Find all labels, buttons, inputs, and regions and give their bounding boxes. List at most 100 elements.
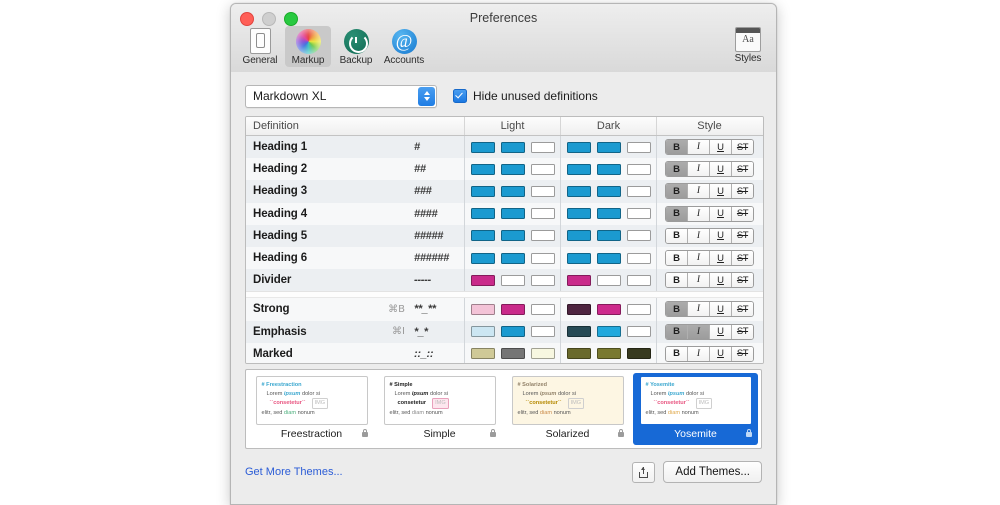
dark-swatch[interactable]: [597, 186, 621, 197]
light-swatch[interactable]: [501, 348, 525, 359]
dark-swatch[interactable]: [567, 164, 591, 175]
light-swatch[interactable]: [501, 142, 525, 153]
light-swatch[interactable]: [471, 208, 495, 219]
toolbar-item-accounts[interactable]: @ Accounts: [381, 26, 427, 67]
style-segmented-control[interactable]: BIUST: [665, 228, 754, 244]
style-toggle-b[interactable]: B: [666, 302, 688, 316]
dark-swatch[interactable]: [567, 230, 591, 241]
toolbar-item-backup[interactable]: Backup: [333, 26, 379, 67]
style-toggle-i[interactable]: I: [688, 251, 710, 265]
toolbar-item-styles[interactable]: Aa Styles: [726, 26, 770, 64]
light-swatch[interactable]: [501, 275, 525, 286]
column-header-definition[interactable]: Definition: [246, 117, 465, 135]
dark-swatch[interactable]: [567, 142, 591, 153]
style-toggle-u[interactable]: U: [710, 347, 732, 361]
style-toggle-s[interactable]: ST: [732, 207, 753, 221]
style-toggle-b[interactable]: B: [666, 229, 688, 243]
dark-swatch[interactable]: [597, 253, 621, 264]
dark-swatch[interactable]: [597, 348, 621, 359]
style-segmented-control[interactable]: BIUST: [665, 346, 754, 362]
dark-swatch[interactable]: [567, 208, 591, 219]
style-toggle-u[interactable]: U: [710, 229, 732, 243]
table-row[interactable]: Marked::_::BIUST: [246, 343, 763, 364]
light-swatch[interactable]: [501, 253, 525, 264]
style-segmented-control[interactable]: BIUST: [665, 250, 754, 266]
style-segmented-control[interactable]: BIUST: [665, 139, 754, 155]
light-swatch[interactable]: [531, 275, 555, 286]
theme-card[interactable]: # SolarizedLorem ipsum dolor si``consete…: [505, 373, 630, 445]
light-swatch[interactable]: [501, 186, 525, 197]
style-toggle-s[interactable]: ST: [732, 162, 753, 176]
style-toggle-i[interactable]: I: [688, 184, 710, 198]
light-swatch[interactable]: [471, 142, 495, 153]
light-swatch[interactable]: [531, 304, 555, 315]
dark-swatch[interactable]: [567, 253, 591, 264]
style-toggle-b[interactable]: B: [666, 207, 688, 221]
style-toggle-u[interactable]: U: [710, 302, 732, 316]
table-row[interactable]: Heading 1#BIUST: [246, 136, 763, 158]
light-swatch[interactable]: [471, 230, 495, 241]
light-swatch[interactable]: [531, 164, 555, 175]
hide-unused-checkbox[interactable]: [453, 89, 467, 103]
dark-swatch[interactable]: [627, 275, 651, 286]
table-row[interactable]: Divider-----BIUST: [246, 269, 763, 291]
dark-swatch[interactable]: [567, 275, 591, 286]
style-toggle-u[interactable]: U: [710, 184, 732, 198]
hide-unused-checkbox-row[interactable]: Hide unused definitions: [453, 89, 598, 103]
dark-swatch[interactable]: [567, 348, 591, 359]
style-toggle-b[interactable]: B: [666, 140, 688, 154]
light-swatch[interactable]: [471, 348, 495, 359]
dark-swatch[interactable]: [627, 304, 651, 315]
style-toggle-s[interactable]: ST: [732, 229, 753, 243]
dark-swatch[interactable]: [567, 304, 591, 315]
dark-swatch[interactable]: [597, 230, 621, 241]
light-swatch[interactable]: [531, 208, 555, 219]
style-segmented-control[interactable]: BIUST: [665, 272, 754, 288]
style-toggle-s[interactable]: ST: [732, 347, 753, 361]
dark-swatch[interactable]: [597, 304, 621, 315]
dark-swatch[interactable]: [597, 208, 621, 219]
style-toggle-s[interactable]: ST: [732, 302, 753, 316]
dark-swatch[interactable]: [627, 186, 651, 197]
light-swatch[interactable]: [471, 164, 495, 175]
light-swatch[interactable]: [501, 230, 525, 241]
theme-card[interactable]: # FreestractionLorem ipsum dolor si``con…: [249, 373, 374, 445]
light-swatch[interactable]: [531, 348, 555, 359]
style-toggle-i[interactable]: I: [688, 302, 710, 316]
style-toggle-i[interactable]: I: [688, 207, 710, 221]
dark-swatch[interactable]: [627, 253, 651, 264]
toolbar-item-general[interactable]: General: [237, 26, 283, 67]
definition-set-select[interactable]: Markdown XL: [245, 85, 437, 108]
dark-swatch[interactable]: [567, 326, 591, 337]
style-toggle-b[interactable]: B: [666, 273, 688, 287]
light-swatch[interactable]: [501, 326, 525, 337]
style-toggle-u[interactable]: U: [710, 140, 732, 154]
get-more-themes-link[interactable]: Get More Themes...: [245, 466, 343, 478]
light-swatch[interactable]: [471, 253, 495, 264]
column-header-style[interactable]: Style: [657, 117, 762, 135]
dark-swatch[interactable]: [627, 164, 651, 175]
light-swatch[interactable]: [471, 304, 495, 315]
style-toggle-s[interactable]: ST: [732, 184, 753, 198]
style-segmented-control[interactable]: BIUST: [665, 183, 754, 199]
style-segmented-control[interactable]: BIUST: [665, 301, 754, 317]
light-swatch[interactable]: [501, 208, 525, 219]
dark-swatch[interactable]: [627, 208, 651, 219]
light-swatch[interactable]: [471, 186, 495, 197]
style-toggle-u[interactable]: U: [710, 162, 732, 176]
style-toggle-u[interactable]: U: [710, 325, 732, 339]
table-row[interactable]: Heading 4####BIUST: [246, 203, 763, 225]
style-toggle-b[interactable]: B: [666, 162, 688, 176]
style-toggle-u[interactable]: U: [710, 251, 732, 265]
dark-swatch[interactable]: [627, 348, 651, 359]
style-toggle-s[interactable]: ST: [732, 140, 753, 154]
table-row[interactable]: Heading 3###BIUST: [246, 180, 763, 202]
column-header-light[interactable]: Light: [465, 117, 561, 135]
share-button[interactable]: [632, 462, 655, 483]
style-toggle-i[interactable]: I: [688, 325, 710, 339]
light-swatch[interactable]: [471, 275, 495, 286]
light-swatch[interactable]: [471, 326, 495, 337]
style-toggle-i[interactable]: I: [688, 162, 710, 176]
style-segmented-control[interactable]: BIUST: [665, 206, 754, 222]
style-toggle-b[interactable]: B: [666, 251, 688, 265]
